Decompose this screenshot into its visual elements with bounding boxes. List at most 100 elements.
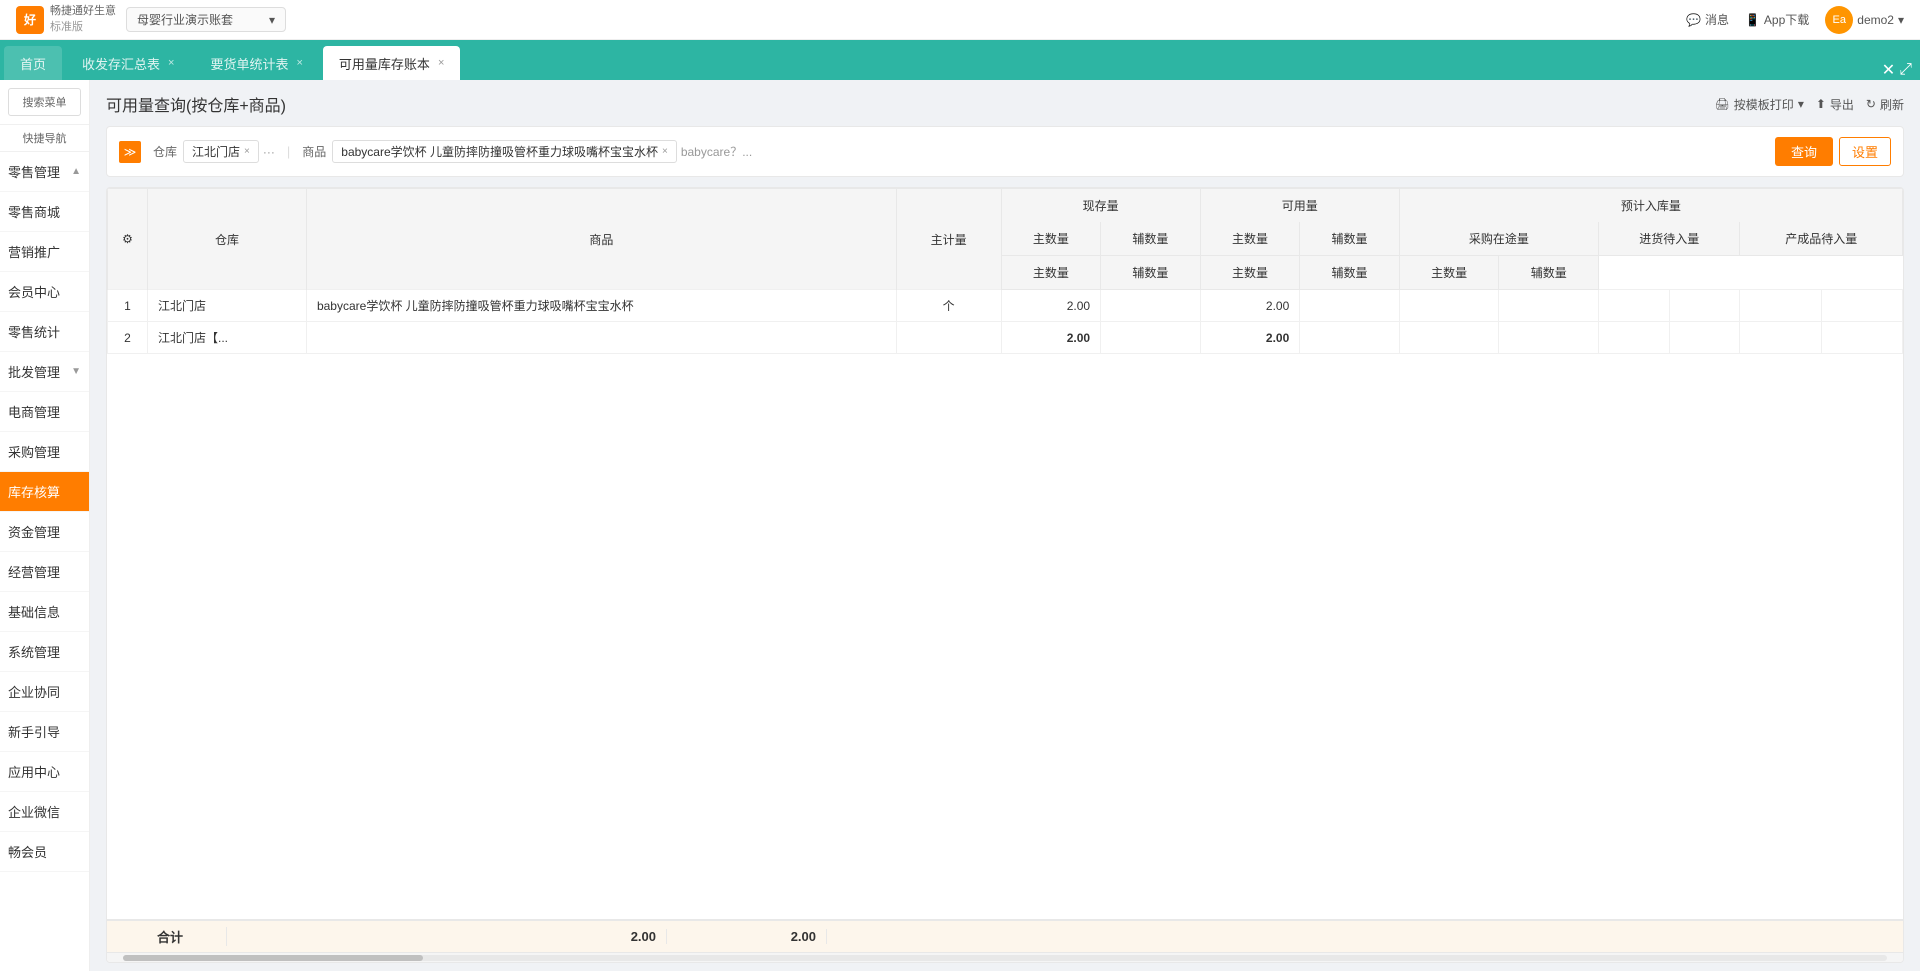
quick-nav-button[interactable]: 快捷导航 — [0, 125, 89, 152]
tab-order-stats[interactable]: 要货单统计表 × — [194, 46, 318, 80]
sidebar-item-basic-label: 基础信息 — [8, 602, 60, 621]
th-product: 商品 — [306, 189, 896, 290]
warehouse-tag-jiangbei-text: 江北门店 — [192, 143, 240, 160]
sidebar-item-member[interactable]: 会员中心 — [0, 272, 89, 312]
th-pt-main: 主数量 — [1001, 256, 1101, 290]
table-row: 1 江北门店 babycare学饮杯 儿童防摔防撞吸管杯重力球吸嘴杯宝宝水杯 个… — [108, 290, 1903, 322]
industry-selector[interactable]: 母婴行业演示账套 ▾ — [126, 7, 286, 32]
sidebar-item-system-label: 系统管理 — [8, 642, 60, 661]
sidebar-item-purchase-label: 采购管理 — [8, 442, 60, 461]
sidebar-item-ops[interactable]: 经营管理 — [0, 552, 89, 592]
chevron-up-icon: ▲ — [71, 166, 81, 177]
footer-label: 合计 — [147, 927, 227, 946]
search-menu-button[interactable]: 搜索菜单 — [8, 88, 81, 116]
warehouse-more-icon[interactable]: ··· — [263, 145, 275, 159]
tab-home[interactable]: 首页 — [4, 46, 62, 80]
sidebar-item-system[interactable]: 系统管理 — [0, 632, 89, 672]
warehouse-filter-label: 仓库 — [153, 143, 177, 160]
th-incoming-pending: 进货待入量 — [1599, 222, 1740, 256]
message-button[interactable]: 💬 消息 — [1686, 11, 1729, 28]
user-menu[interactable]: Ea demo2 ▾ — [1825, 6, 1904, 34]
product-more-icon[interactable]: babycare？... — [681, 143, 752, 160]
table-row: 2 江北门店【... 2.00 2.00 — [108, 322, 1903, 354]
sidebar-item-marketing[interactable]: 营销推广 — [0, 232, 89, 272]
sidebar-item-ecommerce[interactable]: 电商管理 — [0, 392, 89, 432]
sidebar-item-retail-mgmt[interactable]: 零售管理 ▲ — [0, 152, 89, 192]
expand-window-icon[interactable]: ⤢ — [1899, 61, 1912, 79]
product-filter-tags: babycare学饮杯 儿童防摔防撞吸管杯重力球吸嘴杯宝宝水杯 × babyca… — [332, 140, 752, 163]
th-warehouse: 仓库 — [148, 189, 307, 290]
th-purchase-transit: 采购在途量 — [1399, 222, 1598, 256]
message-label: 消息 — [1705, 11, 1729, 28]
print-button[interactable]: 🖨 按模板打印 ▾ — [1715, 96, 1804, 113]
sidebar-item-wechat[interactable]: 企业微信 — [0, 792, 89, 832]
row1-no: 1 — [108, 290, 148, 322]
sidebar-item-purchase[interactable]: 采购管理 — [0, 432, 89, 472]
header-actions: 🖨 按模板打印 ▾ ⬆ 导出 ↻ 刷新 — [1715, 96, 1904, 113]
table-scroll[interactable]: ⚙ 仓库 商品 主计量 现存量 可用量 预计入库量 主数量 辅数量 主数量 — [107, 188, 1903, 919]
warehouse-tag-jiangbei[interactable]: 江北门店 × — [183, 140, 259, 163]
scrollbar-thumb[interactable] — [123, 955, 423, 961]
setting-button[interactable]: 设置 — [1839, 137, 1891, 166]
row1-unit: 个 — [896, 290, 1001, 322]
sidebar-item-finance[interactable]: 资金管理 — [0, 512, 89, 552]
sidebar-item-enterprise[interactable]: 企业协同 — [0, 672, 89, 712]
label-tag: 标准版 — [50, 18, 116, 34]
th-unit: 主计量 — [896, 189, 1001, 290]
product-tag-babycare-text: babycare学饮杯 儿童防摔防撞吸管杯重力球吸嘴杯宝宝水杯 — [341, 143, 658, 160]
tab-available-inventory-close[interactable]: × — [438, 58, 444, 69]
sidebar-item-enterprise-label: 企业协同 — [8, 682, 60, 701]
app-download-button[interactable]: 📱 App下载 — [1745, 11, 1809, 28]
sidebar-item-vip[interactable]: 畅会员 — [0, 832, 89, 872]
user-chevron-icon: ▾ — [1898, 13, 1904, 27]
sidebar-item-retail-stats[interactable]: 零售统计 — [0, 312, 89, 352]
tab-available-inventory[interactable]: 可用量库存账本 × — [323, 46, 460, 80]
row1-pt-main — [1399, 290, 1499, 322]
sidebar-item-wechat-label: 企业微信 — [8, 802, 60, 821]
filter-separator-1: | — [287, 144, 290, 159]
th-ip-aux: 辅数量 — [1300, 256, 1400, 290]
tab-receivables-close[interactable]: × — [168, 58, 174, 69]
th-current-stock: 现存量 — [1001, 189, 1200, 223]
sidebar-item-inventory[interactable]: 库存核算 — [0, 472, 89, 512]
row2-av-main: 2.00 — [1200, 322, 1300, 354]
product-tag-babycare[interactable]: babycare学饮杯 儿童防摔防撞吸管杯重力球吸嘴杯宝宝水杯 × — [332, 140, 677, 163]
tab-receivables[interactable]: 收发存汇总表 × — [66, 46, 190, 80]
sidebar-item-newbie[interactable]: 新手引导 — [0, 712, 89, 752]
product-filter-group: 商品 babycare学饮杯 儿童防摔防撞吸管杯重力球吸嘴杯宝宝水杯 × bab… — [302, 140, 752, 163]
row2-ip-main — [1599, 322, 1670, 354]
th-fp-aux: 辅数量 — [1499, 256, 1599, 290]
username: demo2 — [1857, 13, 1894, 27]
footer-av-main: 2.00 — [747, 929, 827, 944]
refresh-button[interactable]: ↻ 刷新 — [1866, 96, 1904, 113]
refresh-icon: ↻ — [1866, 97, 1876, 111]
row2-av-aux — [1300, 322, 1400, 354]
sidebar-search: 搜索菜单 — [0, 80, 89, 125]
filter-right-actions: 查询 设置 — [1775, 137, 1891, 166]
th-gear[interactable]: ⚙ — [108, 189, 148, 290]
tab-order-stats-close[interactable]: × — [296, 58, 302, 69]
scrollbar-track — [123, 955, 1887, 961]
sidebar-item-retail-stats-label: 零售统计 — [8, 322, 60, 341]
sidebar-item-finance-label: 资金管理 — [8, 522, 60, 541]
top-bar-left: 好 畅捷通好生意 标准版 母婴行业演示账套 ▾ — [16, 5, 286, 34]
product-tag-babycare-close[interactable]: × — [662, 146, 668, 157]
row1-ip-aux — [1669, 290, 1740, 322]
export-button[interactable]: ⬆ 导出 — [1816, 96, 1854, 113]
query-button[interactable]: 查询 — [1775, 137, 1833, 166]
warehouse-tag-jiangbei-close[interactable]: × — [244, 146, 250, 157]
industry-selector-text: 母婴行业演示账套 — [137, 11, 233, 28]
app-download-label: App下载 — [1764, 11, 1809, 28]
close-window-icon[interactable]: ✕ — [1882, 60, 1895, 80]
sidebar-item-basic[interactable]: 基础信息 — [0, 592, 89, 632]
sidebar-item-marketing-label: 营销推广 — [8, 242, 60, 261]
expand-filter-button[interactable]: ≫ — [119, 141, 141, 163]
sidebar-item-retail-shop[interactable]: 零售商城 — [0, 192, 89, 232]
nav-right-actions: ✕ ⤢ — [1882, 60, 1920, 80]
horizontal-scrollbar[interactable] — [107, 952, 1903, 962]
warehouse-filter-group: 仓库 江北门店 × ··· — [153, 140, 275, 163]
sidebar-item-apps[interactable]: 应用中心 — [0, 752, 89, 792]
sidebar-item-wholesale[interactable]: 批发管理 ▼ — [0, 352, 89, 392]
tab-order-stats-label: 要货单统计表 — [210, 54, 288, 73]
data-table: ⚙ 仓库 商品 主计量 现存量 可用量 预计入库量 主数量 辅数量 主数量 — [107, 188, 1903, 354]
